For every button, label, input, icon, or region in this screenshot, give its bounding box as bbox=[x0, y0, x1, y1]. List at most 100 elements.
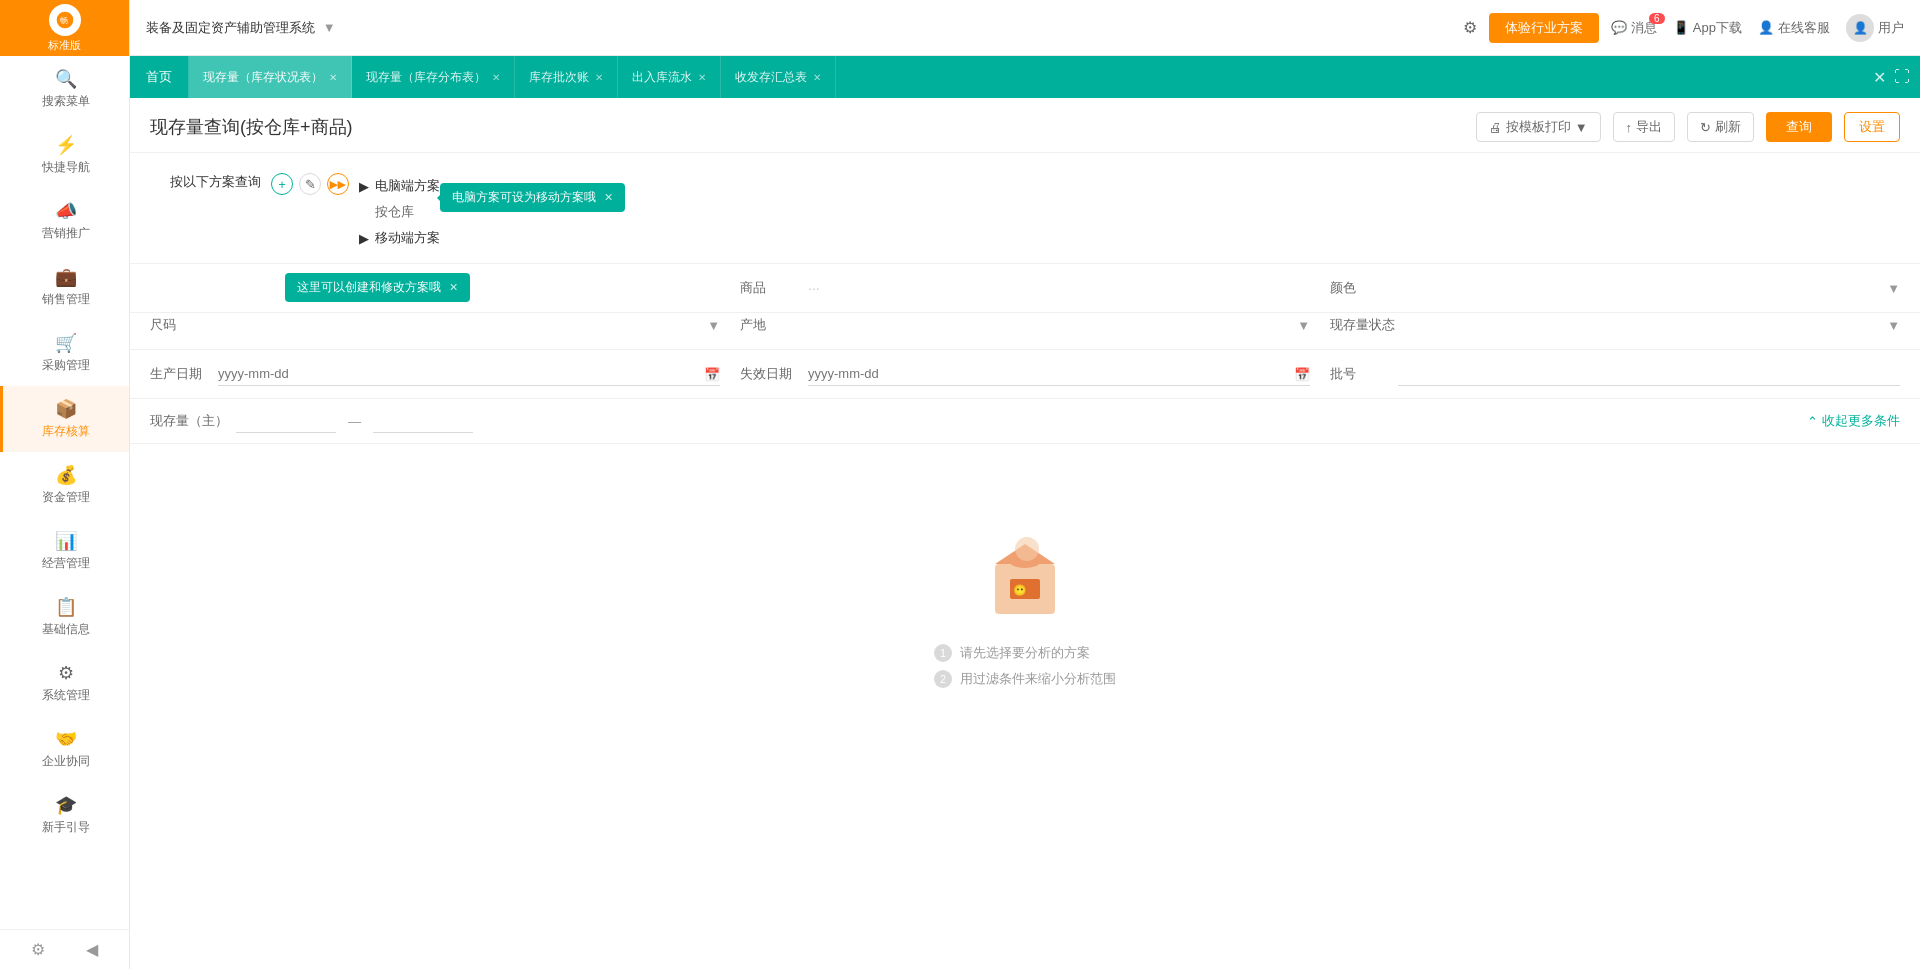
fullscreen-btn[interactable]: ⛶ bbox=[1894, 68, 1910, 86]
trial-btn[interactable]: 体验行业方案 bbox=[1489, 13, 1599, 43]
filter-scheme-label: 按以下方案查询 bbox=[170, 173, 261, 191]
sidebar-item-system[interactable]: ⚙ 系统管理 bbox=[0, 650, 129, 716]
expire-date-input[interactable] bbox=[808, 362, 1310, 386]
avatar: 👤 bbox=[1846, 14, 1874, 42]
quicknav-icon: ⚡ bbox=[55, 134, 77, 156]
operations-icon: 📊 bbox=[55, 530, 77, 552]
filter-field-color: 颜色 ▼ bbox=[1330, 276, 1900, 300]
stock-main-from[interactable] bbox=[236, 409, 336, 433]
calendar-icon-produce[interactable]: 📅 bbox=[704, 367, 720, 382]
basicinfo-icon: 📋 bbox=[55, 596, 77, 618]
sub-item-label: 按仓库 bbox=[375, 203, 414, 221]
refresh-btn[interactable]: ↻ 刷新 bbox=[1687, 112, 1754, 142]
app-download-btn[interactable]: 📱 App下载 bbox=[1673, 19, 1742, 37]
empty-tip-2: 2 用过滤条件来缩小分析范围 bbox=[934, 666, 1116, 692]
sidebar-item-marketing[interactable]: 📣 营销推广 bbox=[0, 188, 129, 254]
filter-field-stock-main: 现存量（主） — bbox=[150, 409, 728, 433]
sidebar-item-operations[interactable]: 📊 经营管理 bbox=[0, 518, 129, 584]
tab-close-icon[interactable]: ✕ bbox=[595, 72, 603, 83]
tab-collect[interactable]: 收发存汇总表 ✕ bbox=[721, 56, 836, 98]
message-btn[interactable]: 💬 6 消息 bbox=[1611, 19, 1657, 37]
dropdown-icon[interactable]: ▼ bbox=[323, 20, 336, 35]
service-btn[interactable]: 👤 在线客服 bbox=[1758, 19, 1830, 37]
sidebar-item-enterprise[interactable]: 🤝 企业协同 bbox=[0, 716, 129, 782]
user-btn[interactable]: 👤 用户 bbox=[1846, 14, 1904, 42]
scheme-mobile-label: 移动端方案 bbox=[375, 229, 440, 247]
sidebar-item-inventory[interactable]: 📦 库存核算 bbox=[0, 386, 129, 452]
collapse-label: 收起更多条件 bbox=[1822, 412, 1900, 430]
page-header: 现存量查询(按仓库+商品) 🖨 按模板打印 ▼ ↑ 导出 ↻ 刷新 bbox=[130, 98, 1920, 153]
sidebar-item-search[interactable]: 🔍 搜索菜单 bbox=[0, 56, 129, 122]
filter-field-produce-date: 生产日期 📅 bbox=[150, 362, 720, 386]
add-scheme-btn[interactable]: + bbox=[271, 173, 293, 195]
sales-icon: 💼 bbox=[55, 266, 77, 288]
tab-close-icon[interactable]: ✕ bbox=[329, 72, 337, 83]
tab-home[interactable]: 首页 bbox=[130, 56, 189, 98]
filter-fields-row2: 尺码 ▼ 产地 ▼ 现存量状态 bbox=[130, 313, 1920, 350]
search-btn[interactable]: 查询 bbox=[1766, 112, 1832, 142]
gear-icon[interactable]: ⚙ bbox=[1463, 18, 1477, 37]
dropdown-arrow: ▼ bbox=[1575, 120, 1588, 135]
collapse-icon: ⌃ bbox=[1807, 414, 1818, 429]
scheme-tree-mobile[interactable]: ▶ 移动端方案 bbox=[359, 225, 479, 251]
print-btn[interactable]: 🖨 按模板打印 ▼ bbox=[1476, 112, 1601, 142]
calendar-icon-expire[interactable]: 📅 bbox=[1294, 367, 1310, 382]
tab-close-icon[interactable]: ✕ bbox=[492, 72, 500, 83]
message-badge: 6 bbox=[1649, 13, 1665, 24]
finance-icon: 💰 bbox=[55, 464, 77, 486]
sidebar-item-basicinfo[interactable]: 📋 基础信息 bbox=[0, 584, 129, 650]
stock-main-to[interactable] bbox=[373, 409, 473, 433]
sidebar-settings-btn[interactable]: ⚙ bbox=[31, 940, 45, 959]
tab-close-icon[interactable]: ✕ bbox=[813, 72, 821, 83]
refresh-icon: ↻ bbox=[1700, 120, 1711, 135]
export-btn[interactable]: ↑ 导出 bbox=[1613, 112, 1676, 142]
batch-input[interactable] bbox=[1398, 362, 1900, 386]
tab-inout[interactable]: 出入库流水 ✕ bbox=[618, 56, 721, 98]
tabbar: 首页 现存量（库存状况表） ✕ 现存量（库存分布表） ✕ 库存批次账 ✕ 出入库… bbox=[130, 56, 1920, 98]
tab-batch[interactable]: 库存批次账 ✕ bbox=[515, 56, 618, 98]
sidebar-item-guide[interactable]: 🎓 新手引导 bbox=[0, 782, 129, 848]
message-icon: 💬 bbox=[1611, 20, 1627, 35]
empty-tip-1: 1 请先选择要分析的方案 bbox=[934, 640, 1116, 666]
logo-icon: 畅 bbox=[49, 4, 81, 36]
sidebar-menu: 🔍 搜索菜单 ⚡ 快捷导航 📣 营销推广 💼 销售管理 🛒 采购管理 📦 库存核… bbox=[0, 56, 129, 848]
service-label: 在线客服 bbox=[1778, 19, 1830, 37]
back-btn[interactable]: ◀◀ bbox=[327, 173, 349, 195]
sidebar-item-finance[interactable]: 💰 资金管理 bbox=[0, 452, 129, 518]
sidebar-item-purchase[interactable]: 🛒 采购管理 bbox=[0, 320, 129, 386]
set-btn[interactable]: 设置 bbox=[1844, 112, 1900, 142]
tip-text-1: 请先选择要分析的方案 bbox=[960, 640, 1090, 666]
sidebar-item-quicknav[interactable]: ⚡ 快捷导航 bbox=[0, 122, 129, 188]
color-select-wrap: ▼ bbox=[1398, 276, 1900, 300]
filter-field-batch: 批号 bbox=[1330, 362, 1900, 386]
filter-area: 按以下方案查询 + ✎ ◀◀ ▶ 电脑端方案 bbox=[130, 153, 1920, 264]
produce-date-input[interactable] bbox=[218, 362, 720, 386]
tab-close-icon[interactable]: ✕ bbox=[698, 72, 706, 83]
sidebar-collapse-btn[interactable]: ◀ bbox=[86, 940, 98, 959]
print-label: 按模板打印 bbox=[1506, 118, 1571, 136]
system-title: 装备及固定资产辅助管理系统 ▼ bbox=[146, 19, 1451, 37]
refresh-label: 刷新 bbox=[1715, 118, 1741, 136]
filter-fields-row3: 生产日期 📅 失效日期 📅 批号 bbox=[130, 350, 1920, 399]
sidebar-item-label: 库存核算 bbox=[42, 423, 90, 440]
collapse-btn[interactable]: ⌃ 收起更多条件 bbox=[1807, 412, 1900, 430]
tooltip-close-2[interactable]: ✕ bbox=[449, 281, 458, 294]
sidebar-item-label: 采购管理 bbox=[42, 357, 90, 374]
tab-inventory-status[interactable]: 现存量（库存状况表） ✕ bbox=[189, 56, 352, 98]
sku-more-icon[interactable]: ··· bbox=[808, 280, 820, 296]
tab-inventory-dist[interactable]: 现存量（库存分布表） ✕ bbox=[352, 56, 515, 98]
sidebar-item-label: 经营管理 bbox=[42, 555, 90, 572]
close-tab-btn[interactable]: ✕ bbox=[1873, 68, 1886, 87]
sidebar-item-label: 企业协同 bbox=[42, 753, 90, 770]
inventory-icon: 📦 bbox=[55, 398, 77, 420]
page-actions: 🖨 按模板打印 ▼ ↑ 导出 ↻ 刷新 查询 设置 bbox=[1476, 112, 1900, 142]
scheme-tooltip: 电脑方案可设为移动方案哦 ✕ bbox=[440, 183, 625, 212]
tree-arrow: ▶ bbox=[359, 179, 369, 194]
tooltip-close-1[interactable]: ✕ bbox=[604, 191, 613, 204]
filter-icons: + ✎ ◀◀ bbox=[271, 173, 349, 195]
edit-scheme-btn[interactable]: ✎ bbox=[299, 173, 321, 195]
stock-dash: — bbox=[344, 414, 365, 429]
sidebar-item-sales[interactable]: 💼 销售管理 bbox=[0, 254, 129, 320]
sidebar-item-label: 快捷导航 bbox=[42, 159, 90, 176]
tab-label: 现存量（库存状况表） bbox=[203, 69, 323, 86]
